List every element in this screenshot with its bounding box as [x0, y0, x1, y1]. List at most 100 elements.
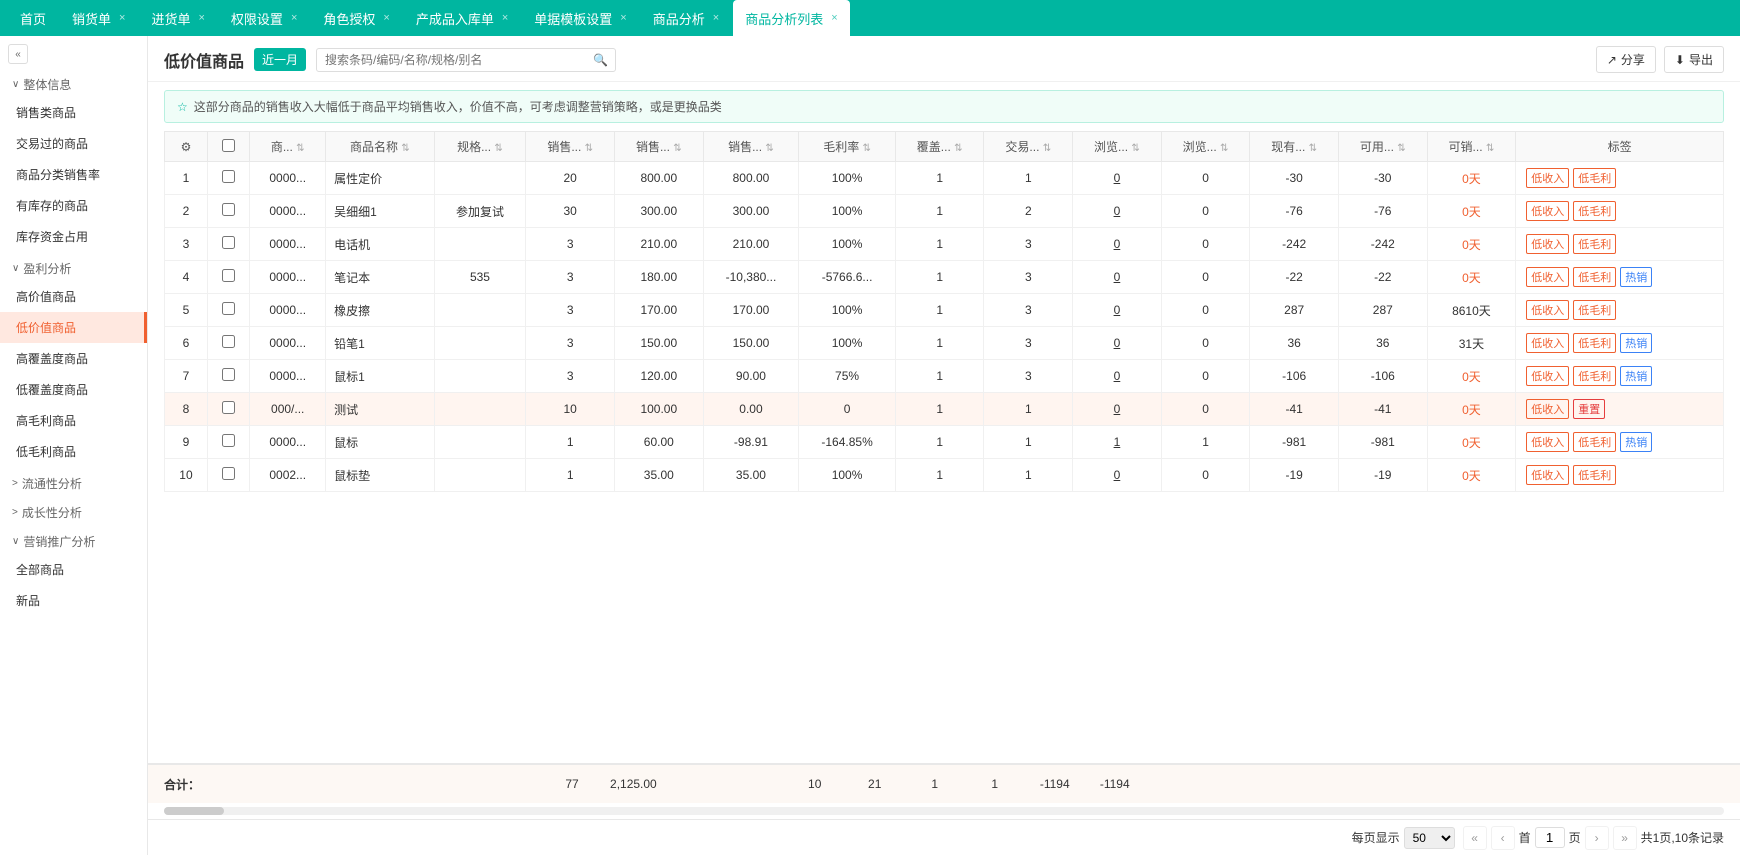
sidebar-item-high-value[interactable]: 高价值商品: [0, 281, 147, 312]
nav-permissions[interactable]: 权限设置 ×: [219, 0, 309, 36]
column-spec[interactable]: 规格... ⇅: [434, 132, 526, 162]
nav-template-settings[interactable]: 单据模板设置 ×: [522, 0, 638, 36]
row-select-checkbox[interactable]: [222, 434, 235, 447]
column-settings[interactable]: ⚙: [165, 132, 208, 162]
close-icon[interactable]: ×: [620, 12, 626, 24]
close-icon[interactable]: ×: [291, 12, 297, 24]
column-sellable[interactable]: 可销... ⇅: [1427, 132, 1516, 162]
row-checkbox[interactable]: [207, 360, 249, 393]
sidebar-item-low-coverage[interactable]: 低覆盖度商品: [0, 374, 147, 405]
row-browse1[interactable]: 0: [1073, 393, 1162, 426]
browse-link[interactable]: 0: [1114, 336, 1121, 350]
row-select-checkbox[interactable]: [222, 170, 235, 183]
scroll-thumb[interactable]: [164, 807, 224, 815]
next-page-button[interactable]: ›: [1585, 826, 1609, 850]
row-browse1[interactable]: 0: [1073, 195, 1162, 228]
row-browse1[interactable]: 0: [1073, 162, 1162, 195]
close-icon[interactable]: ×: [198, 12, 204, 24]
row-select-checkbox[interactable]: [222, 302, 235, 315]
first-page-button[interactable]: «: [1463, 826, 1487, 850]
row-checkbox[interactable]: [207, 261, 249, 294]
horizontal-scrollbar[interactable]: [164, 807, 1724, 815]
row-browse1[interactable]: 1: [1073, 426, 1162, 459]
search-input[interactable]: [316, 48, 616, 72]
column-sales3[interactable]: 销售... ⇅: [703, 132, 799, 162]
row-checkbox[interactable]: [207, 228, 249, 261]
browse-link[interactable]: 0: [1114, 468, 1121, 482]
sidebar-item-high-coverage[interactable]: 高覆盖度商品: [0, 343, 147, 374]
nav-product-analysis-list[interactable]: 商品分析列表 ×: [733, 0, 849, 36]
close-icon[interactable]: ×: [502, 12, 508, 24]
row-browse1[interactable]: 0: [1073, 261, 1162, 294]
nav-product-stock[interactable]: 产成品入库单 ×: [404, 0, 520, 36]
browse-link[interactable]: 0: [1114, 237, 1121, 251]
sidebar-group-profit[interactable]: ∨ 盈利分析: [0, 252, 147, 281]
sidebar-item-category-sales[interactable]: 商品分类销售率: [0, 159, 147, 190]
column-name[interactable]: 商品名称 ⇅: [326, 132, 434, 162]
browse-link[interactable]: 0: [1114, 171, 1121, 185]
sidebar-group-growth[interactable]: > 成长性分析: [0, 496, 147, 525]
column-sales2[interactable]: 销售... ⇅: [615, 132, 704, 162]
search-icon[interactable]: 🔍: [593, 53, 608, 67]
select-all-checkbox[interactable]: [222, 139, 235, 152]
column-available[interactable]: 可用... ⇅: [1338, 132, 1427, 162]
browse-link[interactable]: 0: [1114, 303, 1121, 317]
sidebar-group-overall[interactable]: ∨ 整体信息: [0, 68, 147, 97]
column-coverage[interactable]: 覆盖... ⇅: [895, 132, 984, 162]
row-checkbox[interactable]: [207, 327, 249, 360]
browse-link[interactable]: 0: [1114, 204, 1121, 218]
row-select-checkbox[interactable]: [222, 269, 235, 282]
nav-sales-order[interactable]: 销货单 ×: [60, 0, 137, 36]
row-select-checkbox[interactable]: [222, 203, 235, 216]
current-page-input[interactable]: [1535, 827, 1565, 848]
close-icon[interactable]: ×: [119, 12, 125, 24]
sidebar-item-traded-goods[interactable]: 交易过的商品: [0, 128, 147, 159]
nav-home[interactable]: 首页: [8, 0, 58, 36]
column-browse2[interactable]: 浏览... ⇅: [1161, 132, 1250, 162]
sidebar-item-new-goods[interactable]: 新品: [0, 585, 147, 616]
column-current[interactable]: 现有... ⇅: [1250, 132, 1339, 162]
nav-product-analysis[interactable]: 商品分析 ×: [641, 0, 731, 36]
sidebar-item-low-margin[interactable]: 低毛利商品: [0, 436, 147, 467]
share-button[interactable]: ↗ 分享: [1596, 46, 1656, 73]
close-icon[interactable]: ×: [713, 12, 719, 24]
row-checkbox[interactable]: [207, 459, 249, 492]
sidebar-item-sales-goods[interactable]: 销售类商品: [0, 97, 147, 128]
sidebar-collapse-button[interactable]: «: [8, 44, 28, 64]
per-page-select[interactable]: 50 100 200: [1404, 827, 1455, 849]
row-browse1[interactable]: 0: [1073, 327, 1162, 360]
column-code[interactable]: 商... ⇅: [250, 132, 326, 162]
row-checkbox[interactable]: [207, 393, 249, 426]
row-select-checkbox[interactable]: [222, 368, 235, 381]
row-checkbox[interactable]: [207, 195, 249, 228]
row-checkbox[interactable]: [207, 294, 249, 327]
close-icon[interactable]: ×: [383, 12, 389, 24]
export-button[interactable]: ⬇ 导出: [1664, 46, 1724, 73]
sidebar-group-liquidity[interactable]: > 流通性分析: [0, 467, 147, 496]
browse-link[interactable]: 0: [1114, 270, 1121, 284]
browse-link[interactable]: 1: [1114, 435, 1121, 449]
browse-link[interactable]: 0: [1114, 369, 1121, 383]
sidebar-item-all-goods[interactable]: 全部商品: [0, 554, 147, 585]
row-checkbox[interactable]: [207, 426, 249, 459]
nav-purchase-order[interactable]: 进货单 ×: [139, 0, 216, 36]
period-button[interactable]: 近一月: [254, 48, 306, 71]
row-browse1[interactable]: 0: [1073, 294, 1162, 327]
nav-roles[interactable]: 角色授权 ×: [311, 0, 401, 36]
sidebar-item-high-margin[interactable]: 高毛利商品: [0, 405, 147, 436]
row-select-checkbox[interactable]: [222, 467, 235, 480]
column-margin[interactable]: 毛利率 ⇅: [799, 132, 896, 162]
column-checkbox[interactable]: [207, 132, 249, 162]
column-sales1[interactable]: 销售... ⇅: [526, 132, 615, 162]
row-select-checkbox[interactable]: [222, 401, 235, 414]
sidebar-item-stock-capital[interactable]: 库存资金占用: [0, 221, 147, 252]
prev-page-button[interactable]: ‹: [1491, 826, 1515, 850]
last-page-button[interactable]: »: [1613, 826, 1637, 850]
sidebar-group-marketing[interactable]: ∨ 营销推广分析: [0, 525, 147, 554]
row-browse1[interactable]: 0: [1073, 360, 1162, 393]
browse-link[interactable]: 0: [1114, 402, 1121, 416]
sidebar-item-stock-goods[interactable]: 有库存的商品: [0, 190, 147, 221]
row-browse1[interactable]: 0: [1073, 228, 1162, 261]
column-trade[interactable]: 交易... ⇅: [984, 132, 1073, 162]
sidebar-item-low-value[interactable]: 低价值商品: [0, 312, 147, 343]
